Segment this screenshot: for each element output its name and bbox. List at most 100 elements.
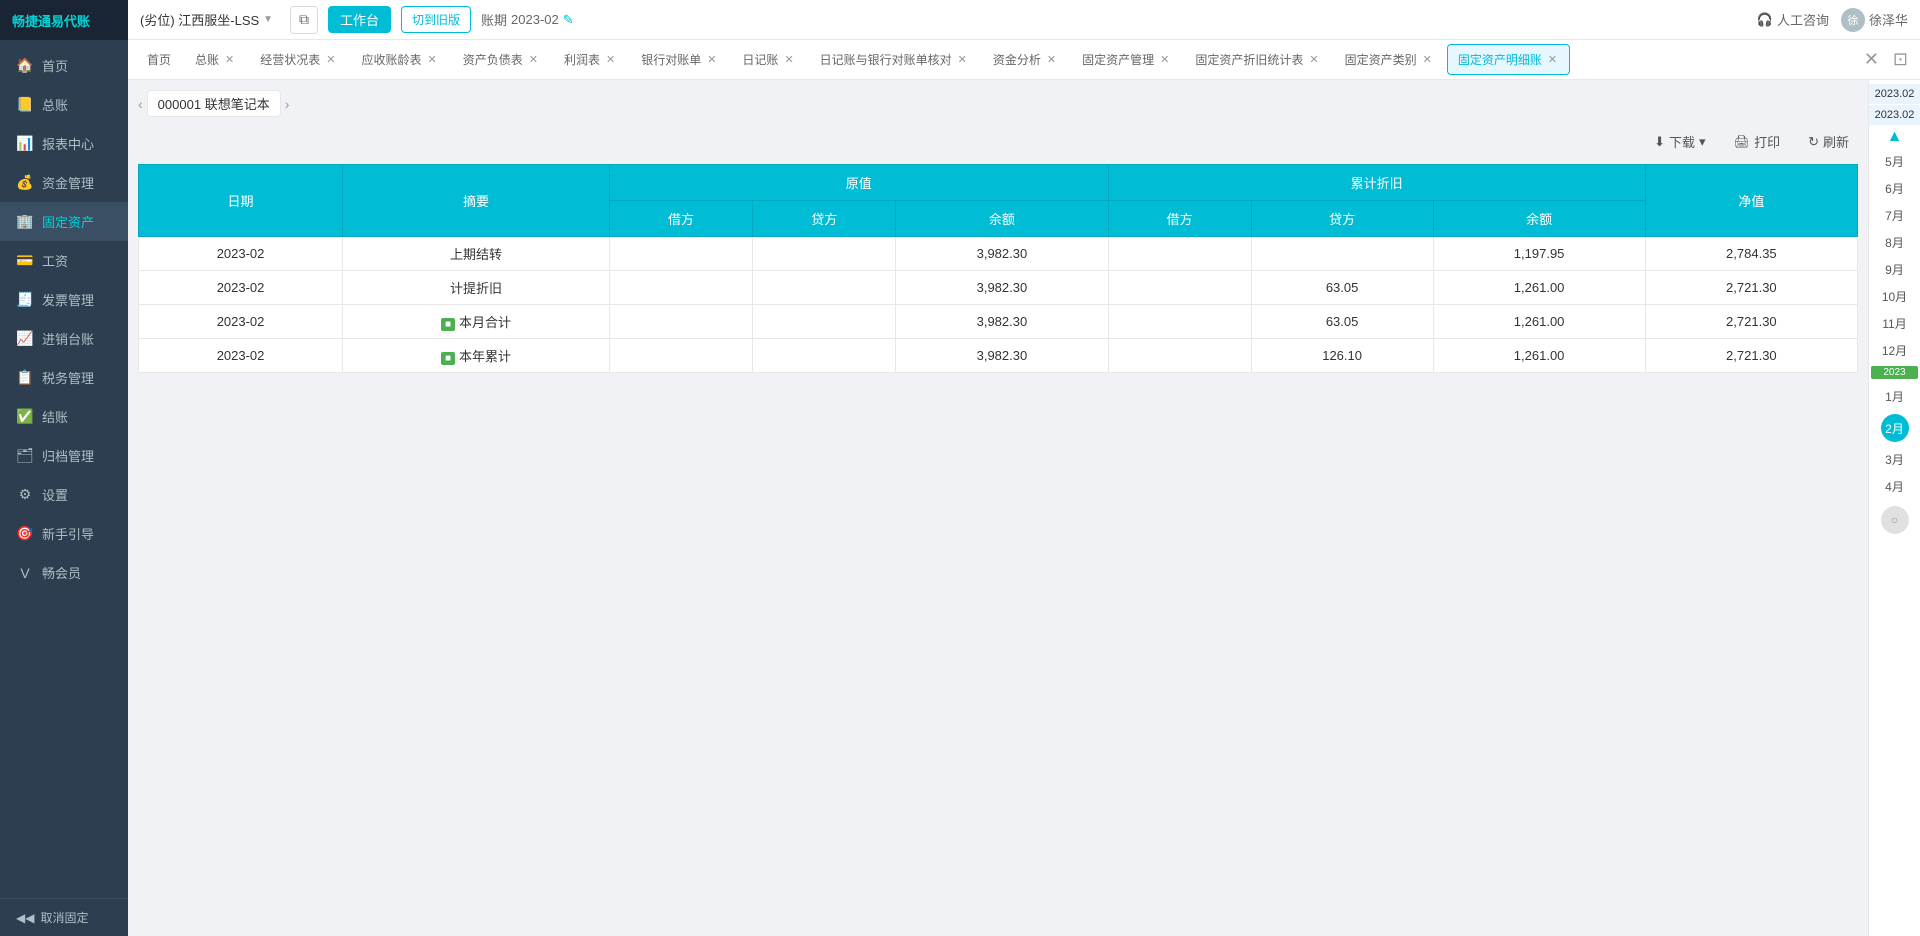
company-selector[interactable]: (劣位) 江西服坐-LSS ▼ [140,10,280,29]
download-button[interactable]: ⬇ 下载 ▾ [1645,127,1714,156]
tab-receivable[interactable]: 应收账龄表 ✕ [350,44,449,75]
cal-month-12[interactable]: 12月 [1869,337,1920,364]
tab-bank-verify-close[interactable]: ✕ [956,52,969,67]
tab-fa-mgmt-close[interactable]: ✕ [1158,52,1171,67]
cal-month-11[interactable]: 11月 [1869,310,1920,337]
cal-month-8[interactable]: 8月 [1869,229,1920,256]
tab-bank-stmt-label: 银行对账单 [641,51,701,68]
breadcrumb-forward[interactable]: › [285,96,290,112]
sidebar-item-label: 结账 [42,407,68,426]
tab-fa-detail-label: 固定资产明细账 [1458,51,1542,68]
sidebar-item-label: 首页 [42,56,68,75]
sidebar-item-guide[interactable]: 🎯 新手引导 [0,514,128,553]
period-display: 账期 2023-02 ✎ [481,10,574,29]
headset-icon: 🎧 [1757,12,1773,28]
sidebar-item-settings[interactable]: ⚙ 设置 [0,475,128,514]
work-platform-button[interactable]: 工作台 [328,6,391,33]
breadcrumb-asset[interactable]: 000001 联想笔记本 [147,90,281,117]
tab-balance-sheet-close[interactable]: ✕ [527,52,540,67]
cal-month-4[interactable]: 4月 [1869,473,1920,500]
tab-operation-close[interactable]: ✕ [324,52,337,67]
tab-journal-close[interactable]: ✕ [782,52,795,67]
cell-depr-balance: 1,261.00 [1433,339,1645,373]
tab-receivable-label: 应收账龄表 [361,51,421,68]
cell-depr-credit: 63.05 [1251,271,1433,305]
tab-fa-depr[interactable]: 固定资产折旧统计表 ✕ [1184,44,1331,75]
cal-up-btn[interactable]: ▲ [1869,126,1920,148]
period-label: 账期 [481,10,507,29]
cancel-fixed-label: 取消固定 [40,909,88,926]
breadcrumb: ‹ 000001 联想笔记本 › [138,90,1858,117]
tab-ledger-close[interactable]: ✕ [223,52,236,67]
cancel-fixed-button[interactable]: ◀◀ 取消固定 [0,898,128,936]
sidebar-item-funds[interactable]: 💰 资金管理 [0,163,128,202]
user-profile[interactable]: 徐 徐泽华 [1841,8,1908,32]
tab-fund-analysis-close[interactable]: ✕ [1045,52,1058,67]
cal-bottom-icon[interactable]: ○ [1881,506,1909,534]
ledger-icon: 📒 [16,96,34,113]
cal-year-top-label: 2023.02 [1875,88,1915,100]
sidebar-item-settlement[interactable]: ✅ 结账 [0,397,128,436]
cal-month-10[interactable]: 10月 [1869,283,1920,310]
sidebar-item-label: 固定资产 [42,212,94,231]
cal-year-2023-top[interactable]: 2023.02 [1869,84,1920,104]
print-button[interactable]: 🖨 打印 [1725,127,1790,156]
cal-month-6[interactable]: 6月 [1869,175,1920,202]
tab-profit[interactable]: 利润表 ✕ [553,44,628,75]
tab-fa-depr-close[interactable]: ✕ [1307,52,1320,67]
sidebar-item-tax[interactable]: 📋 税务管理 [0,358,128,397]
tab-ledger[interactable]: 总账 ✕ [184,44,247,75]
sidebar-item-reports[interactable]: 📊 报表中心 [0,124,128,163]
tab-bank-verify[interactable]: 日记账与银行对账单核对 ✕ [809,44,980,75]
cell-orig-credit [753,237,896,271]
tab-operation[interactable]: 经营状况表 ✕ [249,44,348,75]
sidebar-logo: 畅捷通易代账 [0,0,128,40]
tab-fa-mgmt[interactable]: 固定资产管理 ✕ [1071,44,1182,75]
tab-bank-stmt[interactable]: 银行对账单 ✕ [630,44,729,75]
tab-fa-type-close[interactable]: ✕ [1421,52,1434,67]
cal-month-5[interactable]: 5月 [1869,148,1920,175]
cell-summary: ■本年累计 [343,339,610,373]
cal-month-1[interactable]: 1月 [1869,383,1920,410]
sidebar-item-invoice[interactable]: 🧾 发票管理 [0,280,128,319]
tab-fa-detail-close[interactable]: ✕ [1546,52,1559,67]
table-row: 2023-02 上期结转 3,982.30 1,197.95 2,784.35 [139,237,1858,271]
human-service-btn[interactable]: 🎧 人工咨询 [1757,10,1829,29]
sidebar-item-home[interactable]: 🏠 首页 [0,46,128,85]
cell-net-value: 2,721.30 [1645,305,1857,339]
tab-fund-analysis[interactable]: 资金分析 ✕ [982,44,1069,75]
breadcrumb-back[interactable]: ‹ [138,96,143,112]
period-value: 2023-02 [511,12,559,27]
cal-month-7[interactable]: 7月 [1869,202,1920,229]
cell-orig-debit [609,271,752,305]
tab-home-label: 首页 [147,51,171,68]
sidebar-item-archive[interactable]: 🗂 归档管理 [0,436,128,475]
company-icon-btn[interactable]: ⧉ [290,6,318,34]
restore-tabs-btn[interactable]: ⊡ [1889,47,1912,72]
tab-profit-close[interactable]: ✕ [604,52,617,67]
tab-receivable-close[interactable]: ✕ [426,52,439,67]
cell-net-value: 2,721.30 [1645,271,1857,305]
tab-journal-label: 日记账 [742,51,778,68]
tab-balance-sheet[interactable]: 资产负债表 ✕ [452,44,551,75]
page-content: ‹ 000001 联想笔记本 › ⬇ 下载 ▾ 🖨 打印 [128,80,1868,936]
tab-bank-stmt-close[interactable]: ✕ [705,52,718,67]
tab-journal[interactable]: 日记账 ✕ [731,44,806,75]
cal-month-3[interactable]: 3月 [1869,446,1920,473]
cal-month-9[interactable]: 9月 [1869,256,1920,283]
sidebar-item-sales[interactable]: 📈 进销台账 [0,319,128,358]
sidebar-item-salary[interactable]: 💳 工资 [0,241,128,280]
sidebar-item-fixed-assets[interactable]: 🏢 固定资产 [0,202,128,241]
cell-orig-balance: 3,982.30 [896,339,1108,373]
cal-year-2023-top2[interactable]: 2023.02 [1869,105,1920,125]
close-all-tabs-btn[interactable]: ✕ [1860,47,1883,72]
tab-home[interactable]: 首页 [136,44,182,75]
tab-fa-detail[interactable]: 固定资产明细账 ✕ [1447,44,1570,75]
sidebar-item-member[interactable]: V 畅会员 [0,553,128,592]
switch-old-version-button[interactable]: 切到旧版 [401,6,471,33]
cal-month-2-active[interactable]: 2月 [1881,414,1909,442]
sidebar-item-ledger[interactable]: 📒 总账 [0,85,128,124]
refresh-button[interactable]: ↻ 刷新 [1799,127,1858,156]
period-edit-icon[interactable]: ✎ [563,12,574,28]
tab-fa-type[interactable]: 固定资产类别 ✕ [1334,44,1445,75]
